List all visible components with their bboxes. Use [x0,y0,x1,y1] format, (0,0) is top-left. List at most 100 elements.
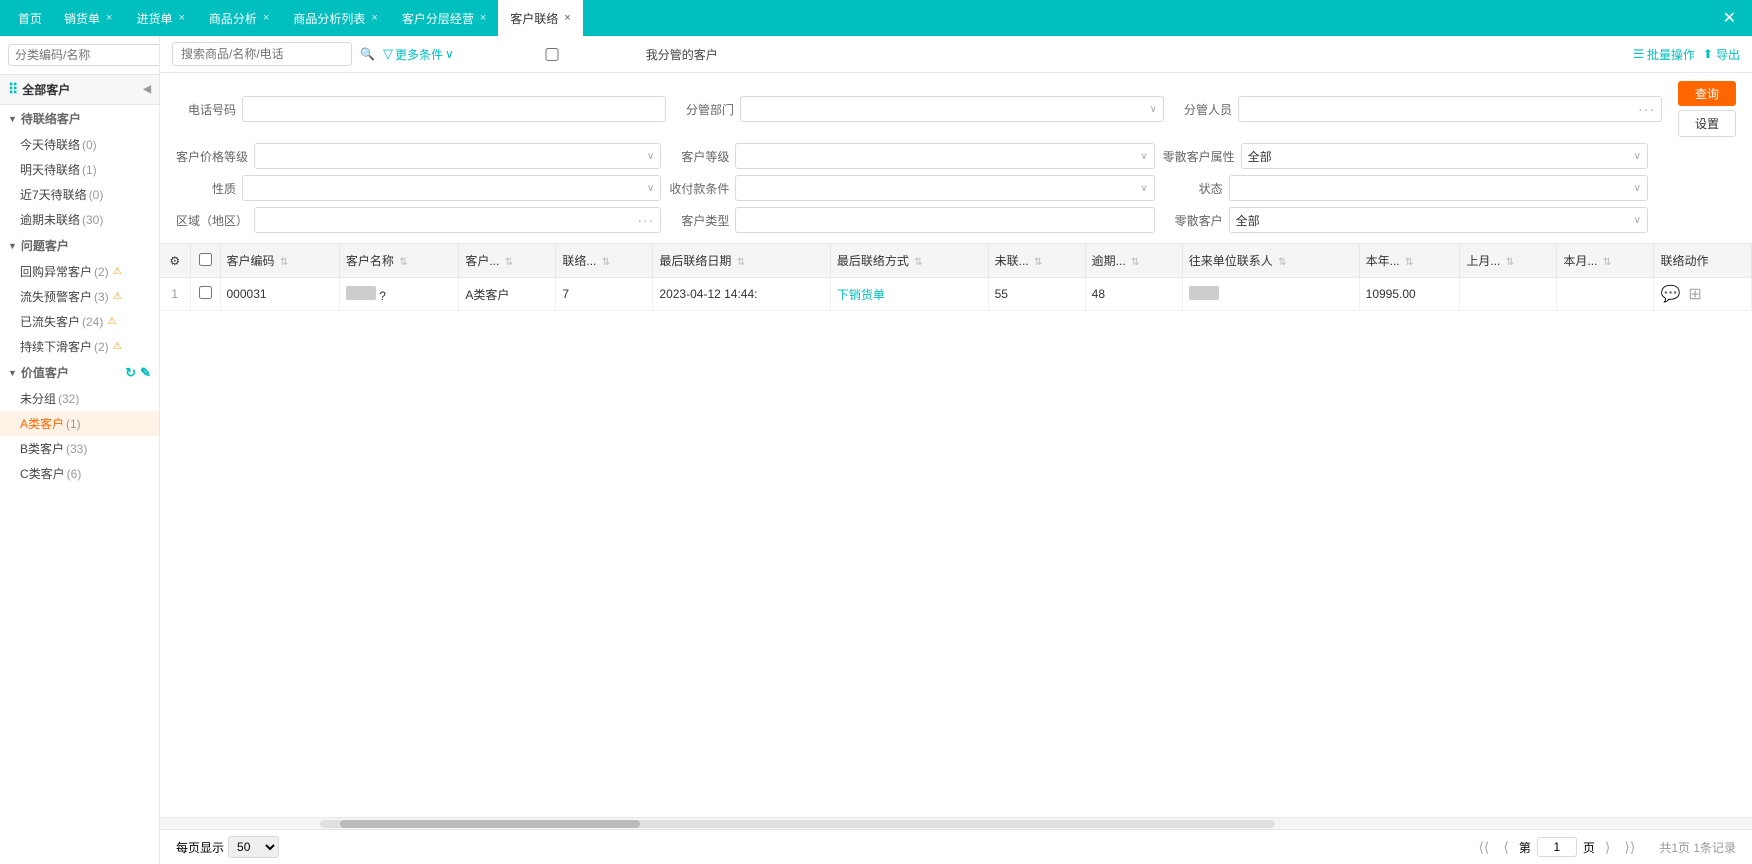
search-input[interactable] [172,42,352,66]
batch-op-icon: ☰ [1633,47,1644,61]
sidebar-item-b-customers[interactable]: B类客户 (33) [0,436,159,461]
payment-terms-input[interactable]: ∨ [735,175,1154,201]
col-last-contact-method[interactable]: 最后联络方式 ⇅ [830,244,988,278]
row-action-icons-cell: 💬 ⊞ [1654,278,1752,311]
filter-search-icon[interactable]: 🔍 [360,47,375,61]
my-customers-filter[interactable]: 我分管的客户 [462,46,718,63]
retail-customer-input[interactable]: 全部 ∨ [1229,207,1648,233]
col-contact-count[interactable]: 联络... ⇅ [556,244,653,278]
manager-input[interactable]: ··· [1238,96,1662,122]
my-customers-checkbox[interactable] [462,48,642,61]
customers-table-container: ⚙ 客户编码 ⇅ 客户名称 ⇅ 客户... [160,244,1752,817]
close-customer-contact[interactable]: × [564,12,570,24]
nav-customer-segment[interactable]: 客户分层经营 × [390,0,498,36]
pagination-controls: ⟨⟨ ⟨ 第 页 ⟩ ⟩⟩ [1474,837,1639,857]
customer-grade-input[interactable]: ∨ [735,143,1154,169]
value-customers-group[interactable]: ▼ 价值客户 ↻ ✎ [0,359,159,386]
prev-page-btn[interactable]: ⟨ [1499,839,1512,856]
price-grade-input[interactable]: ∨ [254,143,661,169]
select-all-checkbox[interactable] [199,253,212,266]
edit-group-icon[interactable]: ✎ [140,365,151,381]
col-customer-code[interactable]: 客户编码 ⇅ [220,244,339,278]
scrollbar-thumb[interactable] [340,820,640,828]
status-input[interactable]: ∨ [1229,175,1648,201]
col-current-month[interactable]: 本月... ⇅ [1557,244,1654,278]
nature-input[interactable]: ∨ [242,175,661,201]
refresh-icon[interactable]: ↻ [125,365,136,381]
col-uncontacted[interactable]: 未联... ⇅ [988,244,1085,278]
sidebar-item-overdue-contact[interactable]: 逾期未联络 (30) [0,207,159,232]
sidebar-item-ungrouped[interactable]: 未分组 (32) [0,386,159,411]
settings-button[interactable]: 设置 [1678,110,1736,137]
value-customers-actions: ↻ ✎ [125,365,151,381]
sidebar-item-c-customers[interactable]: C类客户 (6) [0,461,159,486]
nav-purchase-order[interactable]: 进货单 × [124,0,196,36]
sidebar-item-tomorrow-contact[interactable]: 明天待联络 (1) [0,157,159,182]
region-input[interactable]: ··· [254,207,661,233]
sidebar-item-repurchase-abnormal[interactable]: 回购异常客户 (2) ⚠ [0,259,159,284]
region-field: 区域（地区） ··· [176,207,661,233]
problem-customers-group[interactable]: ▼ 问题客户 [0,232,159,259]
dept-input[interactable]: ∨ [740,96,1164,122]
sort-icon-contact: ⇅ [602,257,610,268]
horizontal-scrollbar[interactable] [160,817,1752,829]
col-overdue[interactable]: 逾期... ⇅ [1085,244,1182,278]
pending-contact-group[interactable]: ▼ 待联络客户 [0,105,159,132]
last-page-btn[interactable]: ⟩⟩ [1620,839,1639,856]
col-contacts[interactable]: 往来单位联系人 ⇅ [1182,244,1359,278]
batch-operation-btn[interactable]: ☰ 批量操作 [1633,46,1695,63]
close-window-btn[interactable]: ✕ [1715,8,1744,28]
customer-type-input[interactable] [735,207,1154,233]
sort-icon-contacts: ⇅ [1278,257,1286,268]
close-purchase-order[interactable]: × [178,12,184,24]
close-sales-order[interactable]: × [106,12,112,24]
filter-bar: 🔍 ▽ 更多条件 ∨ 我分管的客户 ☰ 批量操作 ⬆ 导出 [160,36,1752,73]
col-last-contact-date[interactable]: 最后联络日期 ⇅ [653,244,830,278]
nav-sales-order[interactable]: 销货单 × [52,0,124,36]
nav-home[interactable]: 首页 [8,0,52,36]
row-overdue: 48 [1085,278,1182,311]
sort-icon-name: ⇅ [399,257,407,268]
export-btn[interactable]: ⬆ 导出 [1703,46,1740,63]
sidebar-item-7days-contact[interactable]: 近7天待联络 (0) [0,182,159,207]
status-field: 状态 ∨ [1163,175,1648,201]
warn-icon-churned: ⚠ [107,316,116,327]
phone-input[interactable] [242,96,666,122]
qr-icon[interactable]: ⊞ [1688,284,1701,304]
col-current-year[interactable]: 本年... ⇅ [1359,244,1460,278]
chat-icon[interactable]: 💬 [1660,284,1680,304]
nav-product-analysis[interactable]: 商品分析 × [197,0,281,36]
col-gear[interactable]: ⚙ [160,244,190,278]
first-page-btn[interactable]: ⟨⟨ [1474,839,1493,856]
sidebar-item-declining[interactable]: 持续下滑客户 (2) ⚠ [0,334,159,359]
contact-method-link[interactable]: 下销货单 [837,288,885,302]
pagination-bar: 每页显示 50 100 200 ⟨⟨ ⟨ 第 页 ⟩ ⟩⟩ 共1页 1条记录 [160,829,1752,864]
col-last-month[interactable]: 上月... ⇅ [1460,244,1557,278]
warn-icon-churn: ⚠ [113,291,122,302]
sidebar-item-churn-warning[interactable]: 流失预警客户 (3) ⚠ [0,284,159,309]
top-navigation: 首页 销货单 × 进货单 × 商品分析 × 商品分析列表 × 客户分层经营 × … [0,0,1752,36]
sidebar-item-churned[interactable]: 已流失客户 (24) ⚠ [0,309,159,334]
col-customer-name[interactable]: 客户名称 ⇅ [339,244,458,278]
sidebar-search-input[interactable] [8,44,160,66]
sidebar-item-today-contact[interactable]: 今天待联络 (0) [0,132,159,157]
all-customers-header[interactable]: ⠿ 全部客户 ◀ [0,75,159,105]
advanced-filter: 电话号码 分管部门 ∨ 分管人员 ··· [160,73,1752,244]
close-customer-segment[interactable]: × [480,12,486,24]
per-page-select[interactable]: 50 100 200 [228,836,279,858]
col-customer-type[interactable]: 客户... ⇅ [459,244,556,278]
page-input[interactable] [1537,837,1577,857]
nav-product-analysis-list[interactable]: 商品分析列表 × [281,0,389,36]
payment-terms-field: 收付款条件 ∨ [669,175,1154,201]
retail-attr-input[interactable]: 全部 ∨ [1241,143,1648,169]
next-page-btn[interactable]: ⟩ [1601,839,1614,856]
sort-icon-overdue: ⇅ [1131,257,1139,268]
query-button[interactable]: 查询 [1678,81,1736,106]
sidebar-item-a-customers[interactable]: A类客户 (1) [0,411,159,436]
close-product-analysis-list[interactable]: × [371,12,377,24]
more-filters-btn[interactable]: ▽ 更多条件 ∨ [383,46,454,63]
close-product-analysis[interactable]: × [263,12,269,24]
region-dots-icon: ··· [637,212,654,228]
row-checkbox[interactable] [199,286,212,299]
nav-customer-contact[interactable]: 客户联络 × [498,0,582,36]
